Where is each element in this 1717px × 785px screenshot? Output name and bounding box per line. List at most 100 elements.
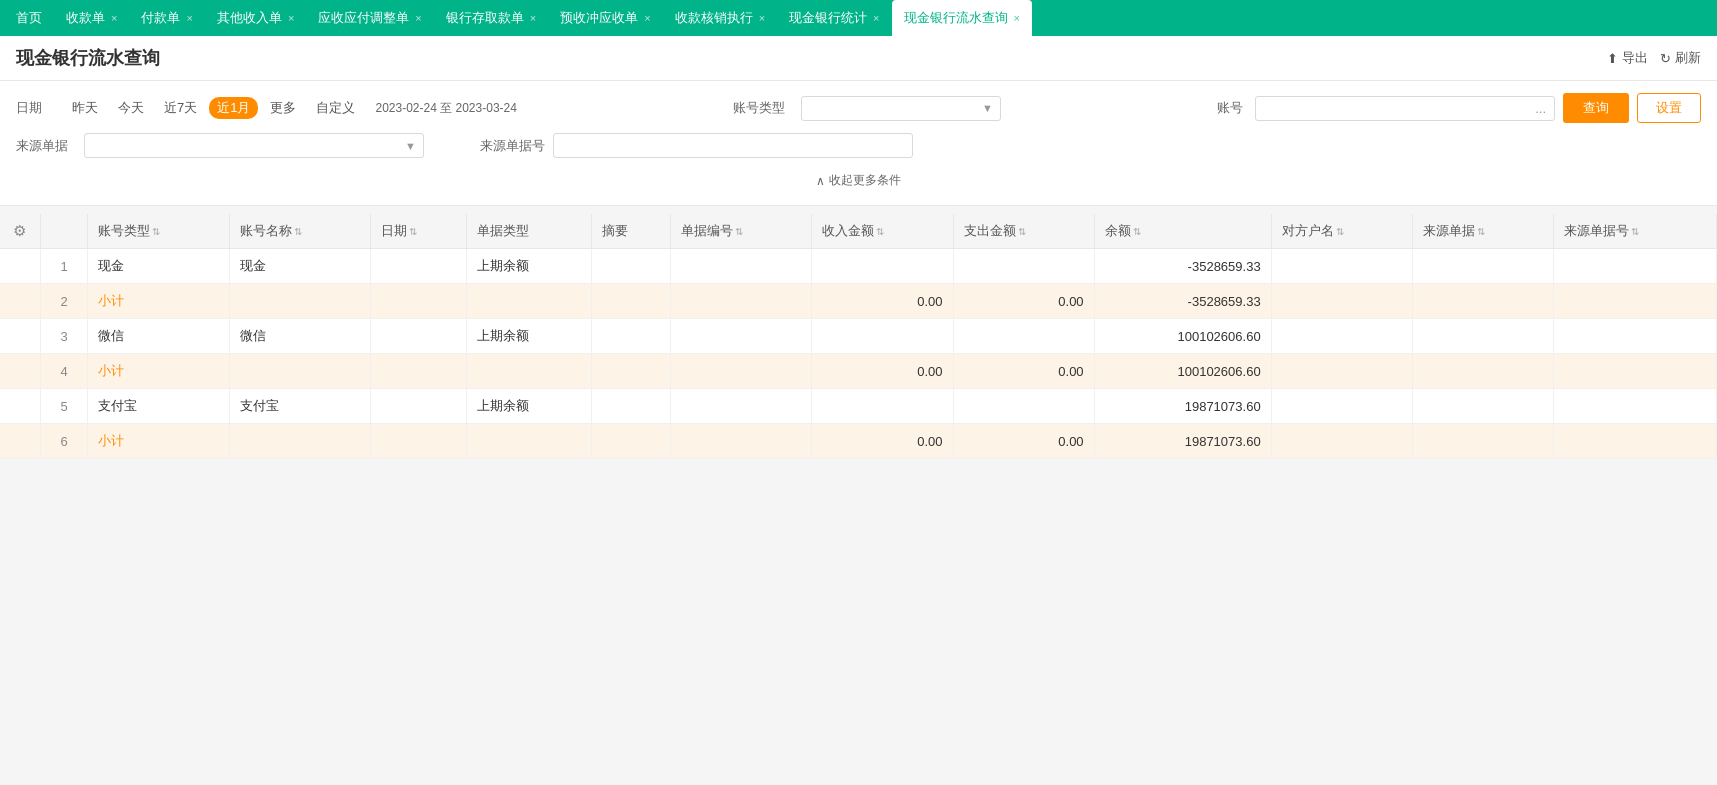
sort-account-name-icon: ⇅ [294, 226, 302, 237]
account-input[interactable] [1264, 101, 1535, 116]
col-source-doc-no[interactable]: 来源单据号⇅ [1553, 214, 1716, 249]
table-cell [1271, 284, 1412, 319]
nav-verify[interactable]: 收款核销执行 × [663, 0, 777, 36]
close-bank-deposit-tab[interactable]: × [530, 12, 536, 24]
query-button[interactable]: 查询 [1563, 93, 1629, 123]
table-cell: 0.00 [812, 424, 953, 459]
col-income[interactable]: 收入金额⇅ [812, 214, 953, 249]
date-opt-7days[interactable]: 近7天 [156, 97, 205, 119]
date-opt-yesterday[interactable]: 昨天 [64, 97, 106, 119]
table-cell [812, 249, 953, 284]
account-type-label: 账号类型 [733, 99, 793, 117]
table-cell [1271, 319, 1412, 354]
gear-icon[interactable]: ⚙ [13, 222, 26, 239]
nav-stats[interactable]: 现金银行统计 × [777, 0, 891, 36]
sort-expense-icon: ⇅ [1018, 226, 1026, 237]
col-doc-type: 单据类型 [467, 214, 591, 249]
table-cell: 100102606.60 [1094, 354, 1271, 389]
table-cell [370, 389, 467, 424]
table-cell [370, 249, 467, 284]
table-cell [1412, 424, 1553, 459]
table-cell [370, 319, 467, 354]
table-cell: 现金 [88, 249, 229, 284]
table-cell [1271, 354, 1412, 389]
table-cell: 上期余额 [467, 319, 591, 354]
nav-adjustment[interactable]: 应收应付调整单 × [306, 0, 433, 36]
account-type-select[interactable] [801, 96, 1001, 121]
nav-flow-query[interactable]: 现金银行流水查询 × [892, 0, 1032, 36]
nav-prepay[interactable]: 预收冲应收单 × [548, 0, 662, 36]
date-label: 日期 [16, 99, 56, 117]
close-other-income-tab[interactable]: × [288, 12, 294, 24]
table-cell [1553, 354, 1716, 389]
nav-payment[interactable]: 付款单 × [129, 0, 204, 36]
col-rownum [40, 214, 88, 249]
close-stats-tab[interactable]: × [873, 12, 879, 24]
sort-counterparty-icon: ⇅ [1336, 226, 1344, 237]
filter-row-1: 日期 昨天 今天 近7天 近1月 更多 自定义 2023-02-24 至 202… [16, 93, 1701, 123]
table-cell: 5 [40, 389, 88, 424]
table-cell [0, 424, 40, 459]
table-cell: 现金 [229, 249, 370, 284]
table-cell: 小计 [88, 354, 229, 389]
table-cell: 19871073.60 [1094, 389, 1271, 424]
collapse-label: 收起更多条件 [829, 172, 901, 189]
col-balance[interactable]: 余额⇅ [1094, 214, 1271, 249]
refresh-button[interactable]: ↻ 刷新 [1660, 49, 1701, 67]
table-cell: 小计 [88, 284, 229, 319]
table-cell [370, 354, 467, 389]
date-opt-today[interactable]: 今天 [110, 97, 152, 119]
date-opt-1month[interactable]: 近1月 [209, 97, 258, 119]
table-cell: 100102606.60 [1094, 319, 1271, 354]
col-date[interactable]: 日期⇅ [370, 214, 467, 249]
account-dots-button[interactable]: ... [1535, 101, 1546, 116]
table-cell [370, 424, 467, 459]
table-cell [953, 389, 1094, 424]
nav-bank-deposit[interactable]: 银行存取款单 × [434, 0, 548, 36]
refresh-icon: ↻ [1660, 51, 1671, 66]
collapse-bar[interactable]: ∧ 收起更多条件 [16, 168, 1701, 197]
export-button[interactable]: ⬆ 导出 [1607, 49, 1648, 67]
table-cell [0, 354, 40, 389]
col-summary: 摘要 [591, 214, 671, 249]
close-payment-tab[interactable]: × [186, 12, 192, 24]
table-cell: 3 [40, 319, 88, 354]
col-expense[interactable]: 支出金额⇅ [953, 214, 1094, 249]
date-opt-custom[interactable]: 自定义 [308, 97, 363, 119]
date-opt-more[interactable]: 更多 [262, 97, 304, 119]
col-account-type[interactable]: 账号类型⇅ [88, 214, 229, 249]
table-cell [1553, 249, 1716, 284]
source-doc-no-label: 来源单据号 [480, 137, 545, 155]
sort-date-icon: ⇅ [409, 226, 417, 237]
col-counterparty[interactable]: 对方户名⇅ [1271, 214, 1412, 249]
table-cell [812, 389, 953, 424]
close-flow-query-tab[interactable]: × [1014, 12, 1020, 24]
table-cell [671, 354, 812, 389]
table-cell: 0.00 [953, 354, 1094, 389]
source-doc-select[interactable] [84, 133, 424, 158]
table-header-row: ⚙ 账号类型⇅ 账号名称⇅ 日期⇅ 单据类型 摘要 单据编号⇅ 收入金 [0, 214, 1717, 249]
col-account-name[interactable]: 账号名称⇅ [229, 214, 370, 249]
table-cell [0, 389, 40, 424]
col-gear[interactable]: ⚙ [0, 214, 40, 249]
table-row: 2小计0.000.00-3528659.33 [0, 284, 1717, 319]
sort-account-type-icon: ⇅ [152, 226, 160, 237]
close-verify-tab[interactable]: × [759, 12, 765, 24]
nav-home[interactable]: 首页 [4, 0, 54, 36]
close-receipt-tab[interactable]: × [111, 12, 117, 24]
col-source-doc[interactable]: 来源单据⇅ [1412, 214, 1553, 249]
table-cell [467, 284, 591, 319]
account-label: 账号 [1217, 99, 1247, 117]
settings-button[interactable]: 设置 [1637, 93, 1701, 123]
table-container: ⚙ 账号类型⇅ 账号名称⇅ 日期⇅ 单据类型 摘要 单据编号⇅ 收入金 [0, 214, 1717, 459]
col-doc-no[interactable]: 单据编号⇅ [671, 214, 812, 249]
table-cell [1553, 284, 1716, 319]
close-adjustment-tab[interactable]: × [415, 12, 421, 24]
nav-other-income[interactable]: 其他收入单 × [205, 0, 306, 36]
export-icon: ⬆ [1607, 51, 1618, 66]
nav-receipt[interactable]: 收款单 × [54, 0, 129, 36]
source-doc-no-input[interactable] [553, 133, 913, 158]
close-prepay-tab[interactable]: × [644, 12, 650, 24]
table-cell: -3528659.33 [1094, 284, 1271, 319]
table-cell: 2 [40, 284, 88, 319]
